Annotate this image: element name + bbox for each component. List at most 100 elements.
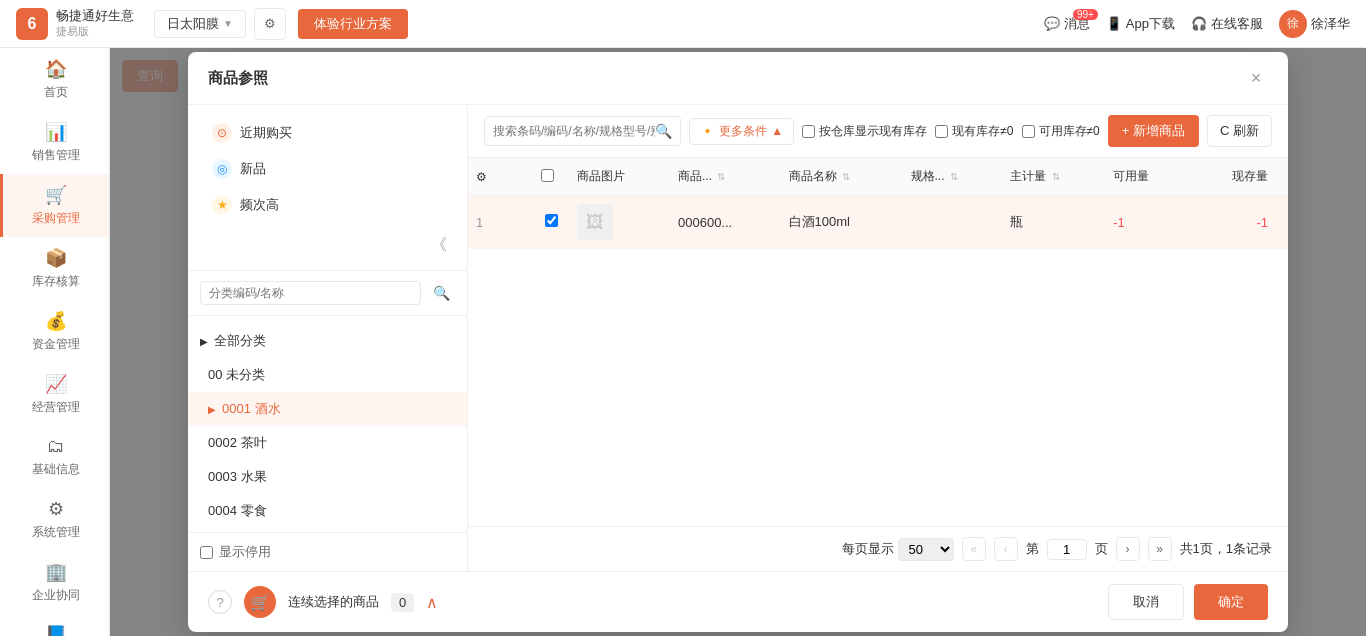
store-selector-arrow-icon: ▼ [223, 18, 233, 29]
category-item-0004[interactable]: 0004 零食 [188, 494, 467, 528]
purchase-icon: 🛒 [45, 184, 67, 206]
category-item-0001[interactable]: ▶ 0001 酒水 [188, 392, 467, 426]
modal-close-button[interactable]: × [1244, 66, 1268, 90]
warehouse-stock-label[interactable]: 按仓库显示现有库存 [802, 123, 927, 140]
sidebar-item-inventory[interactable]: 📦 库存核算 [0, 237, 109, 300]
sidebar-item-finance[interactable]: 💰 资金管理 [0, 300, 109, 363]
col-spec-label: 规格... [911, 169, 945, 183]
quick-items-list: ⊙ 近期购买 ◎ 新品 ★ 频次高 [200, 115, 455, 223]
store-name: 日太阳膜 [167, 15, 219, 33]
col-code-sort-icon: ⇅ [717, 171, 725, 182]
quick-item-frequent-label: 频次高 [240, 196, 279, 214]
page-number-input[interactable] [1047, 539, 1087, 560]
available-stock-checkbox[interactable] [935, 125, 948, 138]
page-size-select: 每页显示 50 10 20 100 [842, 538, 954, 561]
available-stock-text: 现有库存≠0 [952, 123, 1013, 140]
sidebar-item-sales[interactable]: 📊 销售管理 [0, 111, 109, 174]
category-item-all[interactable]: ▶ 全部分类 [188, 324, 467, 358]
user-item[interactable]: 徐 徐泽华 [1279, 10, 1350, 38]
col-stock-label: 现存量 [1232, 169, 1268, 183]
home-icon: 🏠 [45, 58, 67, 80]
col-name[interactable]: 商品名称 ⇅ [781, 158, 903, 196]
logo-sub: 捷易版 [56, 24, 134, 39]
sidebar-item-sales-label: 销售管理 [32, 147, 80, 164]
add-product-button[interactable]: + 新增商品 [1108, 115, 1199, 147]
quick-item-recent-label: 近期购买 [240, 124, 292, 142]
warehouse-stock-text: 按仓库显示现有库存 [819, 123, 927, 140]
sidebar-item-guide[interactable]: 📘 新手引导 [0, 614, 109, 636]
collapse-footer-button[interactable]: ∧ [426, 593, 438, 612]
trial-button[interactable]: 体验行业方案 [298, 9, 408, 39]
col-code[interactable]: 商品... ⇅ [670, 158, 781, 196]
col-unit[interactable]: 主计量 ⇅ [1002, 158, 1105, 196]
row-available-cell: -1 [1105, 196, 1187, 249]
app-download-item[interactable]: 📱 App下载 [1106, 15, 1175, 33]
settings-icon[interactable]: ⚙ [254, 8, 286, 40]
show-disabled-checkbox[interactable] [200, 546, 213, 559]
category-item-00[interactable]: 00 未分类 [188, 358, 467, 392]
filter-label: 更多条件 [719, 123, 767, 140]
collapse-left-button[interactable]: 《 [423, 231, 455, 260]
col-stock: 现存量 [1187, 158, 1288, 196]
sidebar-item-purchase[interactable]: 🛒 采购管理 [0, 174, 109, 237]
quick-item-new[interactable]: ◎ 新品 [200, 151, 455, 187]
message-item[interactable]: 💬 消息 99+ [1044, 15, 1090, 33]
store-selector[interactable]: 日太阳膜 ▼ [154, 10, 246, 38]
product-search-box: 🔍 [484, 116, 681, 146]
category-search-button[interactable]: 🔍 [427, 279, 455, 307]
last-page-button[interactable]: » [1148, 537, 1172, 561]
online-service-item[interactable]: 🎧 在线客服 [1191, 15, 1263, 33]
sidebar-item-enterprise[interactable]: 🏢 企业协同 [0, 551, 109, 614]
show-disabled-label: 显示停用 [219, 543, 271, 561]
warehouse-stock-checkbox[interactable] [802, 125, 815, 138]
sidebar-item-basic[interactable]: 🗂 基础信息 [0, 426, 109, 488]
product-search-icon[interactable]: 🔍 [655, 123, 672, 139]
product-reference-modal: 商品参照 × ⊙ 近期购买 [188, 52, 1288, 632]
app-download-icon: 📱 [1106, 16, 1122, 31]
confirm-button[interactable]: 确定 [1194, 584, 1268, 620]
filter-arrow-icon: ▲ [771, 124, 783, 138]
main-layout: 🏠 首页 📊 销售管理 🛒 采购管理 📦 库存核算 💰 资金管理 📈 经营管理 … [0, 48, 1366, 636]
col-checkbox [533, 158, 569, 196]
app-download-label: App下载 [1126, 15, 1175, 33]
col-spec[interactable]: 规格... ⇅ [903, 158, 1003, 196]
usable-stock-checkbox[interactable] [1022, 125, 1035, 138]
quick-item-new-label: 新品 [240, 160, 266, 178]
all-arrow-icon: ▶ [200, 336, 208, 347]
sidebar-item-basic-label: 基础信息 [32, 461, 80, 478]
sidebar-item-operation[interactable]: 📈 经营管理 [0, 363, 109, 426]
row-code-cell: 000600... [670, 196, 781, 249]
usable-stock-label[interactable]: 可用库存≠0 [1022, 123, 1100, 140]
online-service-label: 在线客服 [1211, 15, 1263, 33]
row-spec-cell [903, 196, 1003, 249]
quick-item-recent[interactable]: ⊙ 近期购买 [200, 115, 455, 151]
quick-access-area: ⊙ 近期购买 ◎ 新品 ★ 频次高 [188, 105, 467, 271]
sidebar-item-home[interactable]: 🏠 首页 [0, 48, 109, 111]
category-item-0003[interactable]: 0003 水果 [188, 460, 467, 494]
more-filter-button[interactable]: 🔸 更多条件 ▲ [689, 118, 794, 145]
page-size-dropdown[interactable]: 50 10 20 100 [898, 538, 954, 561]
quick-item-frequent[interactable]: ★ 频次高 [200, 187, 455, 223]
select-all-checkbox[interactable] [541, 169, 554, 182]
category-search-input[interactable] [200, 281, 421, 305]
header-right: 💬 消息 99+ 📱 App下载 🎧 在线客服 徐 徐泽华 [1044, 10, 1350, 38]
refresh-button[interactable]: C 刷新 [1207, 115, 1272, 147]
col-available: 可用量 [1105, 158, 1187, 196]
sidebar-item-enterprise-label: 企业协同 [32, 587, 80, 604]
cat-0001-arrow-icon: ▶ [208, 404, 216, 415]
product-search-input[interactable] [493, 124, 655, 138]
row-checkbox[interactable] [545, 214, 558, 227]
cart-button[interactable]: 🛒 [244, 586, 276, 618]
help-icon[interactable]: ? [208, 590, 232, 614]
cat-0001-label: 0001 酒水 [222, 400, 281, 418]
first-page-button[interactable]: « [962, 537, 986, 561]
guide-icon: 📘 [45, 624, 67, 636]
cancel-button[interactable]: 取消 [1108, 584, 1184, 620]
prev-page-button[interactable]: ‹ [994, 537, 1018, 561]
category-item-0002[interactable]: 0002 茶叶 [188, 426, 467, 460]
sidebar-item-system[interactable]: ⚙ 系统管理 [0, 488, 109, 551]
table-row[interactable]: 1 🖼 000600... [468, 196, 1288, 249]
next-page-button[interactable]: › [1116, 537, 1140, 561]
available-stock-label[interactable]: 现有库存≠0 [935, 123, 1013, 140]
logo-name: 畅捷通好生意 [56, 8, 134, 24]
